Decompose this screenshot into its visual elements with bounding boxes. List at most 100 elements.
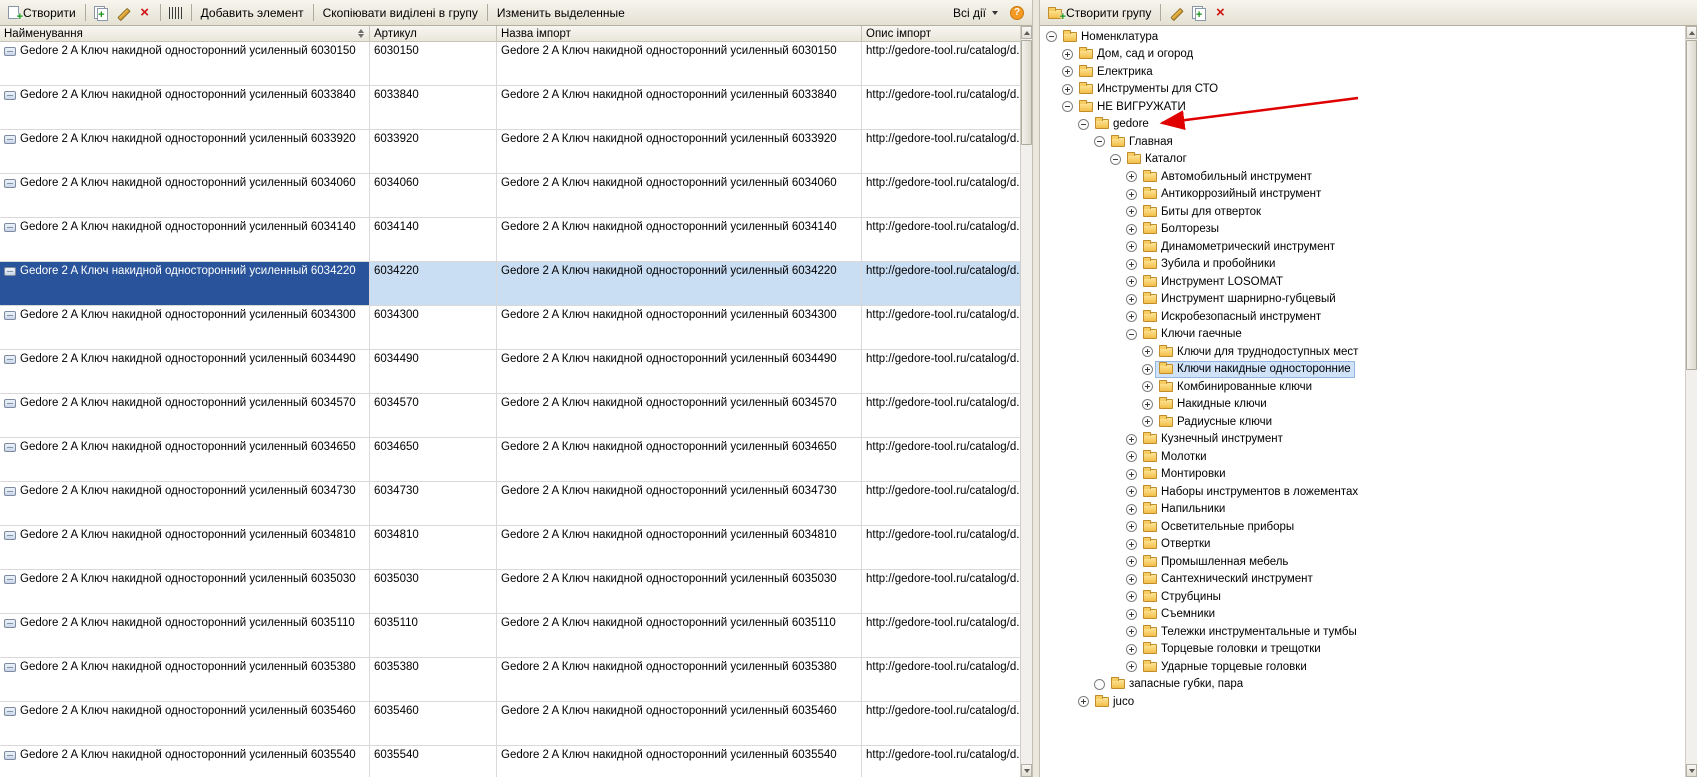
cell-import-desc[interactable]: http://gedore-tool.ru/catalog/d... [862,570,1020,613]
tree-item[interactable]: Тележки инструментальные и тумбы [1040,623,1685,641]
expand-icon[interactable] [1126,171,1137,183]
cell-import-desc[interactable]: http://gedore-tool.ru/catalog/d... [862,130,1020,173]
tree-node[interactable]: запасные губки, пара [1108,677,1246,692]
tree-node[interactable]: Кузнечный инструмент [1140,432,1286,447]
tree-node[interactable]: Наборы инструментов в ложементах [1140,484,1361,499]
cell-import-desc[interactable]: http://gedore-tool.ru/catalog/d... [862,438,1020,481]
pane-splitter[interactable] [1032,0,1040,777]
cell-name[interactable]: Gedore 2 A Ключ накидной односторонний у… [0,746,370,777]
tree-item[interactable]: Радиусные ключи [1040,413,1685,431]
tree-item[interactable]: Торцевые головки и трещотки [1040,641,1685,659]
tree-item[interactable]: Инструмент LOSOMAT [1040,273,1685,291]
scroll-up-button[interactable] [1686,26,1697,39]
edit-button[interactable] [113,3,133,23]
expand-icon[interactable] [1078,696,1089,708]
expand-icon[interactable] [1126,661,1137,673]
expand-icon[interactable] [1062,83,1073,95]
collapse-icon[interactable] [1046,31,1057,43]
expand-icon[interactable] [1126,293,1137,305]
tree-node[interactable]: Автомобильный инструмент [1140,169,1315,184]
tree-node[interactable]: Напильники [1140,502,1228,517]
tree-item[interactable]: Номенклатура [1040,28,1685,46]
cell-name[interactable]: Gedore 2 A Ключ накидной односторонний у… [0,394,370,437]
tree-item[interactable]: Биты для отверток [1040,203,1685,221]
tree-node[interactable]: Зубила и пробойники [1140,257,1278,272]
tree-item[interactable]: Промышленная мебель [1040,553,1685,571]
tree-item[interactable]: Ключи гаечные [1040,326,1685,344]
collapse-icon[interactable] [1126,328,1137,340]
tree-node[interactable]: Радиусные ключи [1156,414,1275,429]
expand-icon[interactable] [1126,608,1137,620]
cell-import-name[interactable]: Gedore 2 A Ключ накидной односторонний у… [497,614,862,657]
tree-node[interactable]: Промышленная мебель [1140,554,1291,569]
table-row[interactable]: Gedore 2 A Ключ накидной односторонний у… [0,130,1020,174]
column-header-import-name[interactable]: Назва імпорт [497,26,862,41]
cell-import-desc[interactable]: http://gedore-tool.ru/catalog/d... [862,306,1020,349]
expand-icon[interactable] [1126,241,1137,253]
expand-icon[interactable] [1062,48,1073,60]
cell-sku[interactable]: 6034060 [370,174,497,217]
cell-name[interactable]: Gedore 2 A Ключ накидной односторонний у… [0,306,370,349]
tree-item[interactable]: Съемники [1040,606,1685,624]
tree-node[interactable]: Ключи гаечные [1140,327,1245,342]
tree-item[interactable]: juco [1040,693,1685,711]
expand-icon[interactable] [1126,468,1137,480]
expand-icon[interactable] [1126,451,1137,463]
create-group-button[interactable]: Створити групу [1044,4,1155,23]
cell-name[interactable]: Gedore 2 A Ключ накидной односторонний у… [0,482,370,525]
tree-node[interactable]: Торцевые головки и трещотки [1140,642,1324,657]
tree-item[interactable]: Антикоррозийный инструмент [1040,186,1685,204]
tree-node[interactable]: Отвертки [1140,537,1213,552]
tree-item[interactable]: Комбинированные ключи [1040,378,1685,396]
tree-node[interactable]: Струбцины [1140,589,1224,604]
tree-node[interactable]: Електрика [1076,64,1156,79]
cell-sku[interactable]: 6034220 [370,262,497,305]
tree-node[interactable]: Динамометрический инструмент [1140,239,1338,254]
cell-import-name[interactable]: Gedore 2 A Ключ накидной односторонний у… [497,86,862,129]
expand-icon[interactable] [1126,276,1137,288]
collapse-icon[interactable] [1078,118,1089,130]
scrollbar-thumb[interactable] [1021,40,1032,145]
cell-name[interactable]: Gedore 2 A Ключ накидной односторонний у… [0,86,370,129]
tree-item[interactable]: Динамометрический инструмент [1040,238,1685,256]
tree-item[interactable]: Електрика [1040,63,1685,81]
cell-sku[interactable]: 6034650 [370,438,497,481]
tree-node[interactable]: Дом, сад и огород [1076,47,1196,62]
cell-sku[interactable]: 6034490 [370,350,497,393]
edit-group-button[interactable] [1166,3,1186,23]
tree-item[interactable]: Автомобильный инструмент [1040,168,1685,186]
table-row[interactable]: Gedore 2 A Ключ накидной односторонний у… [0,174,1020,218]
create-button[interactable]: Створити [4,4,80,23]
table-row[interactable]: Gedore 2 A Ключ накидной односторонний у… [0,42,1020,86]
cell-name[interactable]: Gedore 2 A Ключ накидной односторонний у… [0,218,370,261]
tree-node[interactable]: Ударные торцевые головки [1140,659,1310,674]
cell-sku[interactable]: 6033920 [370,130,497,173]
cell-name[interactable]: Gedore 2 A Ключ накидной односторонний у… [0,262,370,305]
expand-icon[interactable] [1126,503,1137,515]
all-actions-button[interactable]: Всі дії [949,4,1002,22]
tree-node[interactable]: Монтировки [1140,467,1229,482]
help-icon[interactable]: ? [1010,5,1024,20]
tree-node[interactable]: Сантехнический инструмент [1140,572,1316,587]
expand-icon[interactable] [1126,573,1137,585]
scroll-up-button[interactable] [1021,26,1032,39]
cell-import-desc[interactable]: http://gedore-tool.ru/catalog/d... [862,702,1020,745]
expand-icon[interactable] [1142,381,1153,393]
cell-import-name[interactable]: Gedore 2 A Ключ накидной односторонний у… [497,570,862,613]
expand-icon[interactable] [1126,643,1137,655]
cell-import-desc[interactable]: http://gedore-tool.ru/catalog/d... [862,86,1020,129]
cell-import-desc[interactable]: http://gedore-tool.ru/catalog/d... [862,394,1020,437]
copy-group-button[interactable] [1188,3,1208,23]
cell-import-desc[interactable]: http://gedore-tool.ru/catalog/d... [862,262,1020,305]
tree-item[interactable]: Наборы инструментов в ложементах [1040,483,1685,501]
cell-sku[interactable]: 6035460 [370,702,497,745]
cell-import-name[interactable]: Gedore 2 A Ключ накидной односторонний у… [497,702,862,745]
cell-sku[interactable]: 6034730 [370,482,497,525]
tree-node[interactable]: Болторезы [1140,222,1222,237]
tree-item[interactable]: Молотки [1040,448,1685,466]
cell-import-desc[interactable]: http://gedore-tool.ru/catalog/d... [862,526,1020,569]
expand-icon[interactable] [1126,258,1137,270]
expand-icon[interactable] [1126,538,1137,550]
table-row[interactable]: Gedore 2 A Ключ накидной односторонний у… [0,570,1020,614]
cell-import-name[interactable]: Gedore 2 A Ключ накидной односторонний у… [497,42,862,85]
